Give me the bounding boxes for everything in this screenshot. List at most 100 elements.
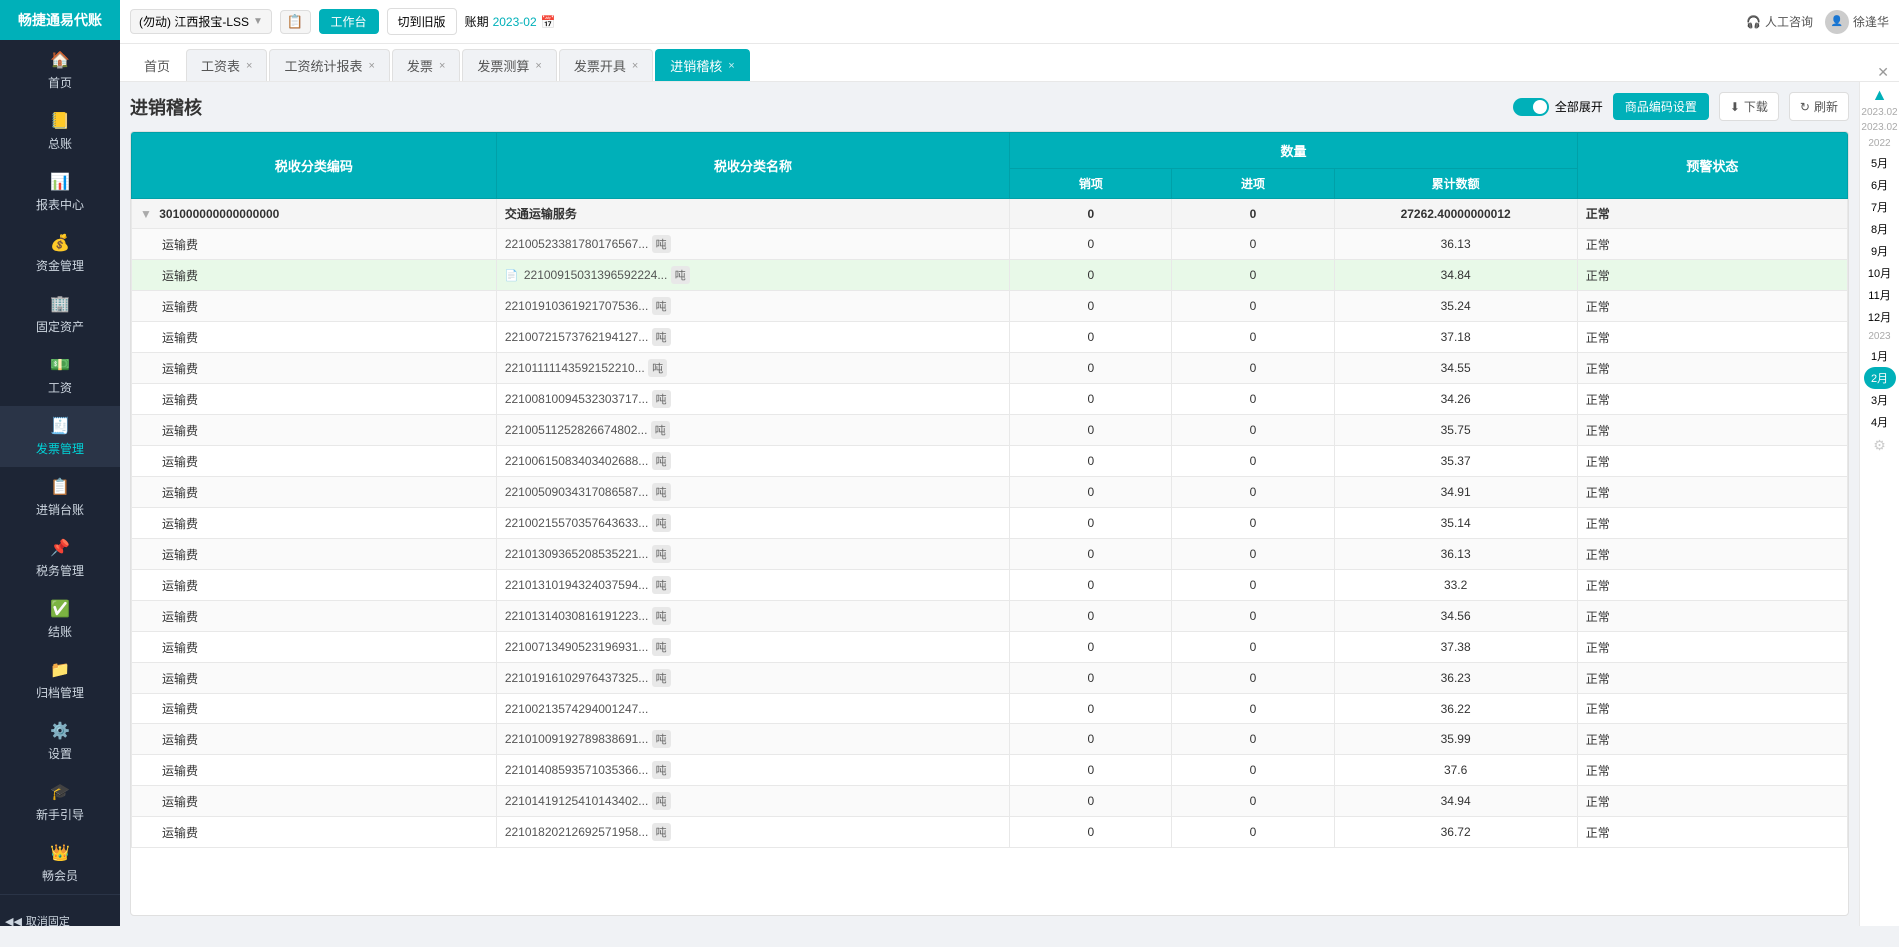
user-menu[interactable]: 👤 徐逢华: [1825, 10, 1889, 34]
month-5[interactable]: 5月: [1864, 152, 1896, 174]
cell-status: 正常: [1577, 446, 1847, 477]
month-9[interactable]: 9月: [1864, 240, 1896, 262]
invoice-number: 22101314030816191223...: [505, 609, 648, 623]
company-selector[interactable]: (勿动) 江西报宝-LSS ▼: [130, 9, 272, 34]
cell-invoice: 22100523381780176567... 吨: [496, 229, 1009, 260]
sidebar-item-salary[interactable]: 💵 工资: [0, 345, 120, 406]
switch-version-button[interactable]: 切到旧版: [387, 8, 457, 35]
invoice-number: 22100713490523196931...: [505, 640, 648, 654]
month-2023-2[interactable]: 2月: [1864, 367, 1896, 389]
expand-icon[interactable]: ▼: [140, 207, 152, 221]
page-title: 进销稽核: [130, 94, 202, 120]
app-logo: 畅捷通易代账: [0, 0, 120, 40]
sidebar-item-invoice[interactable]: 🧾 发票管理: [0, 406, 120, 467]
table-row: 运输费 📄 22100915031396592224... 吨 0 0 34.8…: [132, 260, 1848, 291]
close-invoice-open-icon[interactable]: ×: [632, 60, 638, 72]
cell-status: 正常: [1577, 415, 1847, 446]
expand-all-toggle[interactable]: [1513, 98, 1549, 116]
timeline-up-arrow[interactable]: ▲: [1872, 87, 1888, 105]
tab-invoice-calc[interactable]: 发票测算 ×: [462, 49, 556, 81]
workbench-button[interactable]: 工作台: [319, 9, 379, 34]
close-sales-check-icon[interactable]: ×: [728, 60, 734, 72]
company-dropdown-icon: ▼: [253, 16, 263, 27]
cell-name: 运输费: [132, 601, 497, 632]
service-button[interactable]: 🎧 人工咨询: [1746, 13, 1813, 30]
cell-total: 35.99: [1334, 724, 1577, 755]
copy-button[interactable]: 📋: [280, 10, 311, 34]
sidebar-item-capital[interactable]: 💰 资金管理: [0, 223, 120, 284]
close-all-tabs-button[interactable]: ✕: [1877, 64, 1889, 81]
cell-status: 正常: [1577, 601, 1847, 632]
sidebar-item-member[interactable]: 👑 畅会员: [0, 833, 120, 894]
close-invoice-icon[interactable]: ×: [439, 60, 445, 72]
cell-total: 35.14: [1334, 508, 1577, 539]
sidebar-label-settlement: 结账: [48, 623, 72, 640]
company-name: (勿动) 江西报宝-LSS: [139, 13, 249, 30]
month-11[interactable]: 11月: [1864, 284, 1896, 306]
pin-toggle[interactable]: ◀◀ 取消固定: [0, 903, 120, 939]
cell-name: 运输费: [132, 477, 497, 508]
download-button[interactable]: ⬇ 下载: [1719, 92, 1779, 121]
close-salary-table-icon[interactable]: ×: [246, 60, 252, 72]
cell-name: 运输费: [132, 817, 497, 848]
sidebar-item-ledger[interactable]: 📒 总账: [0, 101, 120, 162]
month-8[interactable]: 8月: [1864, 218, 1896, 240]
sidebar-item-assets[interactable]: 🏢 固定资产: [0, 284, 120, 345]
cell-total: 34.94: [1334, 786, 1577, 817]
cell-input: 0: [1172, 755, 1334, 786]
tab-invoice-calc-label: 发票测算: [477, 56, 529, 75]
table-row: 运输费 22100713490523196931... 吨 0 0 37.38 …: [132, 632, 1848, 663]
sidebar-item-settings[interactable]: ⚙️ 设置: [0, 711, 120, 772]
tab-invoice-open[interactable]: 发票开具 ×: [559, 49, 653, 81]
sidebar-label-invoice: 发票管理: [36, 440, 84, 457]
month-10[interactable]: 10月: [1864, 262, 1896, 284]
month-2023-1[interactable]: 1月: [1864, 345, 1896, 367]
sidebar-item-guide[interactable]: 🎓 新手引导: [0, 772, 120, 833]
tab-salary-table-label: 工资表: [201, 56, 240, 75]
sku-settings-button[interactable]: 商品编码设置: [1613, 93, 1709, 120]
tab-invoice[interactable]: 发票 ×: [392, 49, 460, 81]
month-12[interactable]: 12月: [1864, 306, 1896, 328]
table-row: 运输费 22101111143592152210... 吨 0 0 34.55 …: [132, 353, 1848, 384]
month-2023-4[interactable]: 4月: [1864, 411, 1896, 433]
timeline-panel: ▲ 2023.02 2023.02 2022 5月 6月 7月 8月 9月 10…: [1859, 82, 1899, 926]
cell-name: 运输费: [132, 446, 497, 477]
tab-sales-check[interactable]: 进销稽核 ×: [655, 49, 749, 81]
cell-sales: 0: [1010, 663, 1172, 694]
timeline-year-top2: 2023.02: [1859, 120, 1899, 135]
month-7[interactable]: 7月: [1864, 196, 1896, 218]
sidebar-item-sales-ledger[interactable]: 📋 进销台账: [0, 467, 120, 528]
timeline-settings-icon[interactable]: ⚙: [1873, 437, 1886, 454]
sidebar-label-sales-ledger: 进销台账: [36, 501, 84, 518]
cell-total: 34.26: [1334, 384, 1577, 415]
refresh-button[interactable]: ↻ 刷新: [1789, 92, 1849, 121]
month-6[interactable]: 6月: [1864, 174, 1896, 196]
cell-name: 运输费: [132, 260, 497, 291]
cell-invoice: 22100713490523196931... 吨: [496, 632, 1009, 663]
unit-tag: 吨: [652, 792, 671, 810]
close-invoice-calc-icon[interactable]: ×: [535, 60, 541, 72]
close-salary-stats-icon[interactable]: ×: [368, 60, 374, 72]
page-actions: 全部展开 商品编码设置 ⬇ 下载 ↻ 刷新: [1513, 92, 1849, 121]
period-display: 账期 2023-02 📅: [465, 13, 556, 30]
cell-invoice: 📄 22100915031396592224... 吨: [496, 260, 1009, 291]
tab-salary-table[interactable]: 工资表 ×: [186, 49, 267, 81]
sidebar-item-archive[interactable]: 📁 归档管理: [0, 650, 120, 711]
cell-name: 运输费: [132, 694, 497, 724]
sidebar-item-home[interactable]: 🏠 首页: [0, 40, 120, 101]
month-2023-3[interactable]: 3月: [1864, 389, 1896, 411]
cell-total: 33.2: [1334, 570, 1577, 601]
cell-status: 正常: [1577, 229, 1847, 260]
sidebar-item-reports[interactable]: 📊 报表中心: [0, 162, 120, 223]
content-area: 进销稽核 全部展开 商品编码设置 ⬇ 下载 ↻ 刷新: [120, 82, 1899, 926]
unit-tag: 吨: [652, 638, 671, 656]
cell-invoice: 22101408593571035366... 吨: [496, 755, 1009, 786]
invoice-number: 22100721573762194127...: [505, 330, 648, 344]
capital-icon: 💰: [50, 233, 70, 253]
sidebar-item-tax[interactable]: 📌 税务管理: [0, 528, 120, 589]
tab-home[interactable]: 首页: [130, 49, 184, 81]
tab-salary-stats[interactable]: 工资统计报表 ×: [269, 49, 389, 81]
col-header-quantity: 数量: [1010, 133, 1577, 169]
calendar-icon[interactable]: 📅: [541, 15, 556, 29]
sidebar-item-settlement[interactable]: ✅ 结账: [0, 589, 120, 650]
